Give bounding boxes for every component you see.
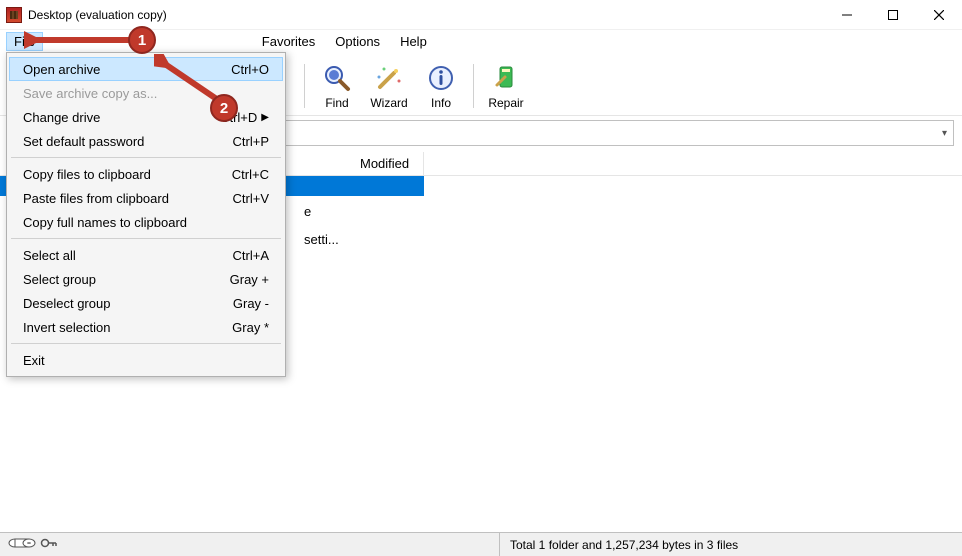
menu-favorites[interactable]: Favorites [254, 32, 323, 51]
menu-select-all[interactable]: Select all Ctrl+A [9, 243, 283, 267]
menu-copy-names-label: Copy full names to clipboard [23, 215, 187, 230]
window-title: Desktop (evaluation copy) [28, 8, 167, 22]
tool-info-label: Info [431, 96, 451, 110]
app-icon [6, 7, 22, 23]
maximize-button[interactable] [870, 0, 916, 29]
minimize-button[interactable] [824, 0, 870, 29]
file-menu-dropdown: Open archive Ctrl+O Save archive copy as… [6, 52, 286, 377]
tool-repair[interactable]: Repair [480, 58, 532, 114]
tool-find[interactable]: Find [311, 58, 363, 114]
toolbar-separator [473, 64, 474, 108]
tool-find-label: Find [325, 96, 348, 110]
find-icon [321, 62, 353, 94]
annotation-badge-2: 2 [210, 94, 238, 122]
col-modified[interactable]: Modified [346, 152, 424, 175]
menu-help[interactable]: Help [392, 32, 435, 51]
menu-exit[interactable]: Exit [9, 348, 283, 372]
menu-copy-clipboard[interactable]: Copy files to clipboard Ctrl+C [9, 162, 283, 186]
menu-set-password-shortcut: Ctrl+P [233, 134, 269, 149]
chevron-down-icon[interactable]: ▾ [942, 128, 947, 139]
tool-info[interactable]: Info [415, 58, 467, 114]
menu-open-archive-label: Open archive [23, 62, 100, 77]
menu-deselect-group-shortcut: Gray - [233, 296, 269, 311]
menu-copy-clipboard-label: Copy files to clipboard [23, 167, 151, 182]
wizard-icon [373, 62, 405, 94]
tool-wizard-label: Wizard [370, 96, 407, 110]
menu-paste-clipboard-shortcut: Ctrl+V [233, 191, 269, 206]
annotation-badge-1: 1 [128, 26, 156, 54]
key-icon [40, 537, 58, 552]
menu-change-drive[interactable]: Change drive Ctrl+D▶ [9, 105, 283, 129]
menu-copy-clipboard-shortcut: Ctrl+C [232, 167, 269, 182]
status-text: Total 1 folder and 1,257,234 bytes in 3 … [500, 538, 738, 552]
toolbar-separator [304, 64, 305, 108]
menu-invert[interactable]: Invert selection Gray * [9, 315, 283, 339]
menu-invert-label: Invert selection [23, 320, 110, 335]
menu-select-all-shortcut: Ctrl+A [233, 248, 269, 263]
menu-open-archive-shortcut: Ctrl+O [231, 62, 269, 77]
menu-select-group-shortcut: Gray + [230, 272, 269, 287]
statusbar: Total 1 folder and 1,257,234 bytes in 3 … [0, 532, 962, 556]
menu-save-copy-label: Save archive copy as... [23, 86, 157, 101]
minimize-icon [842, 10, 852, 20]
menu-open-archive[interactable]: Open archive Ctrl+O [9, 57, 283, 81]
menu-save-copy: Save archive copy as... [9, 81, 283, 105]
menu-set-password[interactable]: Set default password Ctrl+P [9, 129, 283, 153]
submenu-arrow-icon: ▶ [261, 112, 269, 123]
menu-select-all-label: Select all [23, 248, 76, 263]
close-button[interactable] [916, 0, 962, 29]
menu-separator [11, 157, 281, 158]
list-fragment-1: e [304, 204, 311, 219]
disk-icon [8, 537, 36, 552]
info-icon [425, 62, 457, 94]
menu-separator [11, 343, 281, 344]
menu-deselect-group-label: Deselect group [23, 296, 110, 311]
menu-paste-clipboard[interactable]: Paste files from clipboard Ctrl+V [9, 186, 283, 210]
menu-separator [11, 238, 281, 239]
menu-set-password-label: Set default password [23, 134, 144, 149]
close-icon [934, 10, 944, 20]
menu-options[interactable]: Options [327, 32, 388, 51]
repair-icon [490, 62, 522, 94]
window-controls [824, 0, 962, 29]
menu-paste-clipboard-label: Paste files from clipboard [23, 191, 169, 206]
menu-select-group-label: Select group [23, 272, 96, 287]
menu-exit-label: Exit [23, 353, 45, 368]
menu-deselect-group[interactable]: Deselect group Gray - [9, 291, 283, 315]
status-left [0, 533, 500, 556]
menu-invert-shortcut: Gray * [232, 320, 269, 335]
menu-select-group[interactable]: Select group Gray + [9, 267, 283, 291]
list-fragment-2: setti... [304, 232, 339, 247]
tool-wizard[interactable]: Wizard [363, 58, 415, 114]
maximize-icon [888, 10, 898, 20]
annotation-arrow-1 [24, 30, 144, 50]
tool-repair-label: Repair [488, 96, 523, 110]
menu-change-drive-label: Change drive [23, 110, 100, 125]
menu-copy-names[interactable]: Copy full names to clipboard [9, 210, 283, 234]
